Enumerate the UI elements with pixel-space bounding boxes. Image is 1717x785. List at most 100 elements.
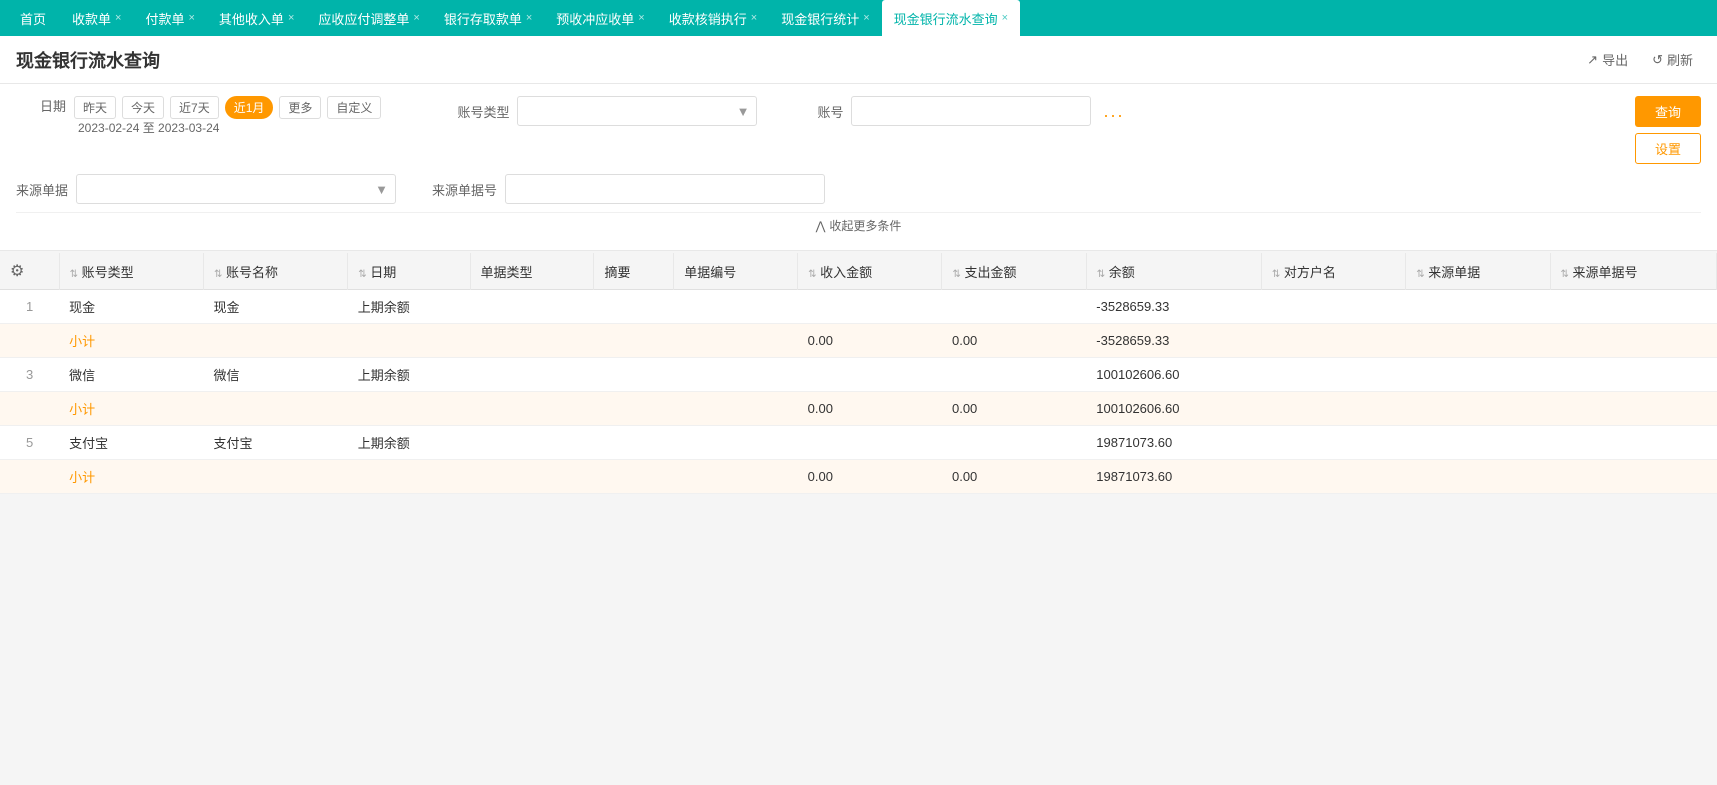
col-header-counterpart[interactable]: ⇅ 对方户名 bbox=[1261, 253, 1405, 290]
cell-account-type: 支付宝 bbox=[59, 426, 203, 460]
nav-tab-other-income[interactable]: 其他收入单× bbox=[207, 0, 306, 36]
cell-counterpart bbox=[1261, 358, 1405, 392]
table-container: ⚙⇅ 账号类型⇅ 账号名称⇅ 日期单据类型摘要单据编号⇅ 收入金额⇅ 支出金额⇅… bbox=[0, 253, 1717, 494]
filter-area: 日期 昨天今天近7天近1月更多自定义 2023-02-24 至 2023-03-… bbox=[0, 84, 1717, 251]
date-btn-今天[interactable]: 今天 bbox=[122, 96, 164, 119]
cell-summary bbox=[594, 426, 674, 460]
account-no-label: 账号 bbox=[793, 102, 843, 121]
export-button[interactable]: ↗ 导出 bbox=[1579, 46, 1636, 73]
sort-icon: ⇅ bbox=[358, 269, 366, 280]
cell-account-type: 小计 bbox=[59, 392, 203, 426]
page-title: 现金银行流水查询 bbox=[16, 47, 160, 73]
cell-income bbox=[798, 290, 942, 324]
cell-account-type: 小计 bbox=[59, 324, 203, 358]
cell-doc-type bbox=[470, 426, 594, 460]
date-label: 日期 bbox=[16, 96, 66, 115]
cell-date: 上期余额 bbox=[348, 426, 470, 460]
table-row: 小计0.000.0019871073.60 bbox=[0, 460, 1717, 494]
tab-label: 现金银行流水查询 bbox=[894, 9, 998, 28]
nav-tab-receipt[interactable]: 收款单× bbox=[60, 0, 133, 36]
account-no-input[interactable] bbox=[851, 96, 1091, 126]
col-header-date[interactable]: ⇅ 日期 bbox=[348, 253, 470, 290]
nav-home[interactable]: 首页 bbox=[8, 5, 58, 32]
col-header-source-doc[interactable]: ⇅ 来源单据 bbox=[1406, 253, 1550, 290]
date-btn-近7天[interactable]: 近7天 bbox=[170, 96, 219, 119]
tab-close-icon[interactable]: × bbox=[1002, 12, 1008, 24]
cell-balance: 19871073.60 bbox=[1086, 426, 1261, 460]
tab-close-icon[interactable]: × bbox=[115, 12, 121, 24]
cell-num bbox=[0, 460, 59, 494]
sort-icon: ⇅ bbox=[70, 269, 78, 280]
cell-account-type: 微信 bbox=[59, 358, 203, 392]
date-btn-近1月[interactable]: 近1月 bbox=[225, 96, 274, 119]
cell-source-doc-no bbox=[1550, 358, 1716, 392]
cell-expense bbox=[942, 426, 1086, 460]
sort-icon: ⇅ bbox=[1097, 269, 1105, 280]
tab-close-icon[interactable]: × bbox=[751, 12, 757, 24]
date-btn-更多[interactable]: 更多 bbox=[279, 96, 321, 119]
tab-close-icon[interactable]: × bbox=[863, 12, 869, 24]
nav-tab-bank-deposit[interactable]: 银行存取款单× bbox=[432, 0, 544, 36]
col-header-expense[interactable]: ⇅ 支出金额 bbox=[942, 253, 1086, 290]
gear-icon[interactable]: ⚙ bbox=[10, 263, 24, 280]
refresh-button[interactable]: ↺ 刷新 bbox=[1644, 46, 1701, 73]
date-buttons: 昨天今天近7天近1月更多自定义 bbox=[74, 96, 381, 119]
col-header-summary: 摘要 bbox=[594, 253, 674, 290]
collapse-filter-button[interactable]: ⋀ 收起更多条件 bbox=[16, 212, 1701, 238]
cell-income: 0.00 bbox=[798, 324, 942, 358]
settings-button[interactable]: 设置 bbox=[1635, 133, 1701, 164]
source-doc-select[interactable] bbox=[76, 174, 396, 204]
cell-counterpart bbox=[1261, 460, 1405, 494]
table-row: 3微信微信上期余额100102606.60 bbox=[0, 358, 1717, 392]
cell-counterpart bbox=[1261, 290, 1405, 324]
cell-source-doc bbox=[1406, 324, 1550, 358]
source-doc-no-label: 来源单据号 bbox=[432, 180, 497, 199]
col-header-account-type[interactable]: ⇅ 账号类型 bbox=[59, 253, 203, 290]
query-button[interactable]: 查询 bbox=[1635, 96, 1701, 127]
sort-icon: ⇅ bbox=[952, 269, 960, 280]
cell-doc-type bbox=[470, 290, 594, 324]
account-no-filter: 账号 ... bbox=[793, 96, 1128, 126]
nav-tab-pre-receipt[interactable]: 预收冲应收单× bbox=[544, 0, 656, 36]
col-header-account-name[interactable]: ⇅ 账号名称 bbox=[203, 253, 347, 290]
cell-summary bbox=[594, 460, 674, 494]
nav-tab-cash-bank-flow[interactable]: 现金银行流水查询 × bbox=[882, 0, 1020, 36]
cell-income: 0.00 bbox=[798, 392, 942, 426]
tab-close-icon[interactable]: × bbox=[288, 12, 294, 24]
table-row: 1现金现金上期余额-3528659.33 bbox=[0, 290, 1717, 324]
cell-source-doc bbox=[1406, 358, 1550, 392]
cell-balance: 100102606.60 bbox=[1086, 392, 1261, 426]
cell-summary bbox=[594, 324, 674, 358]
cell-account-name: 现金 bbox=[203, 290, 347, 324]
cell-balance: -3528659.33 bbox=[1086, 324, 1261, 358]
cell-source-doc bbox=[1406, 426, 1550, 460]
tab-close-icon[interactable]: × bbox=[526, 12, 532, 24]
nav-tab-cash-bank-stat[interactable]: 现金银行统计× bbox=[769, 0, 881, 36]
date-btn-昨天[interactable]: 昨天 bbox=[74, 96, 116, 119]
col-header-balance[interactable]: ⇅ 余额 bbox=[1086, 253, 1261, 290]
header-actions: ↗ 导出 ↺ 刷新 bbox=[1579, 46, 1701, 73]
account-type-filter: 账号类型 ▼ bbox=[457, 96, 757, 126]
date-range-display: 2023-02-24 至 2023-03-24 bbox=[78, 119, 381, 136]
col-header-source-doc-no[interactable]: ⇅ 来源单据号 bbox=[1550, 253, 1716, 290]
cell-doc-no bbox=[674, 460, 798, 494]
source-doc-label: 来源单据 bbox=[16, 180, 68, 199]
cell-account-name bbox=[203, 460, 347, 494]
cell-income: 0.00 bbox=[798, 460, 942, 494]
source-doc-no-input[interactable] bbox=[505, 174, 825, 204]
more-options-button[interactable]: ... bbox=[1099, 101, 1128, 122]
col-header-income[interactable]: ⇅ 收入金额 bbox=[798, 253, 942, 290]
cell-summary bbox=[594, 392, 674, 426]
tab-close-icon[interactable]: × bbox=[413, 12, 419, 24]
source-doc-no-filter: 来源单据号 bbox=[432, 174, 825, 204]
cell-income bbox=[798, 358, 942, 392]
cell-balance: 19871073.60 bbox=[1086, 460, 1261, 494]
account-type-select[interactable] bbox=[517, 96, 757, 126]
nav-tab-ar-adjust[interactable]: 应收应付调整单× bbox=[306, 0, 431, 36]
nav-tab-collection-exec[interactable]: 收款核销执行× bbox=[657, 0, 769, 36]
date-btn-自定义[interactable]: 自定义 bbox=[327, 96, 381, 119]
tab-close-icon[interactable]: × bbox=[188, 12, 194, 24]
cell-expense: 0.00 bbox=[942, 324, 1086, 358]
tab-close-icon[interactable]: × bbox=[638, 12, 644, 24]
nav-tab-payment[interactable]: 付款单× bbox=[133, 0, 206, 36]
